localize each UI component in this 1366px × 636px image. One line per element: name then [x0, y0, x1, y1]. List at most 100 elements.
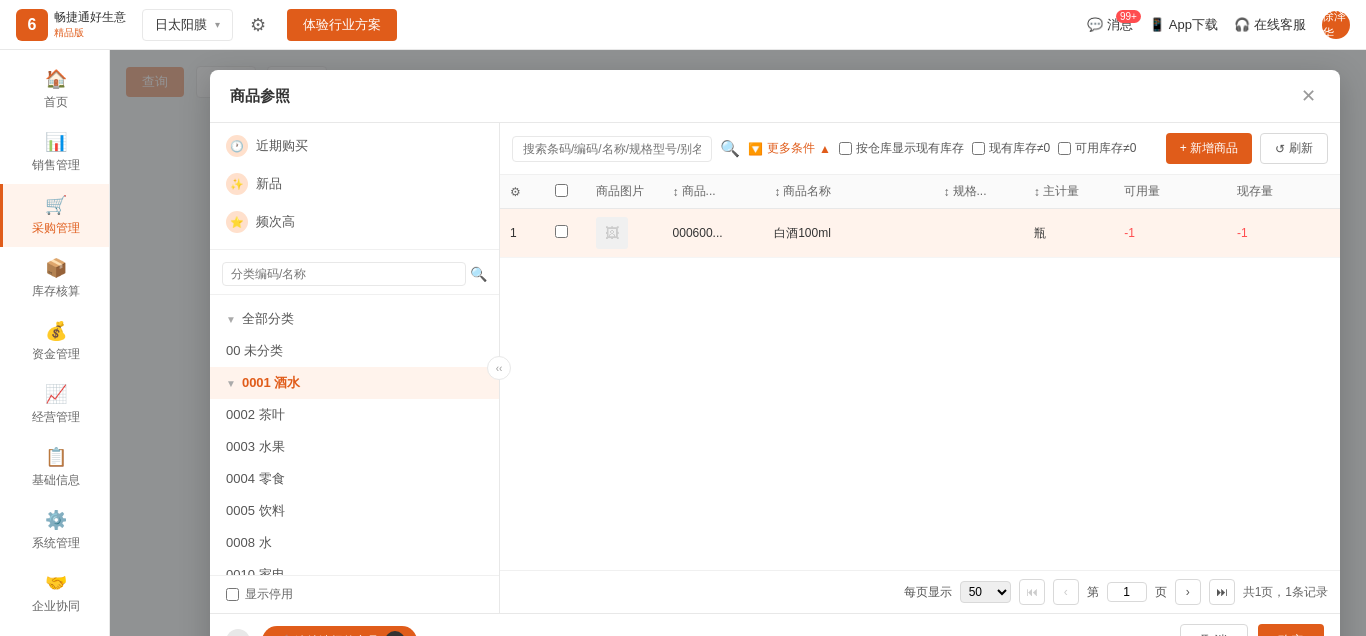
category-search-input[interactable] [222, 262, 466, 286]
category-item-0001 酒水[interactable]: ▼ 0001 酒水 [210, 367, 499, 399]
page-total-info: 共1页，1条记录 [1243, 584, 1328, 601]
col-avail-header: 可用量 [1114, 175, 1227, 209]
app-download-item[interactable]: 📱 App下载 [1149, 16, 1218, 34]
page-first-button[interactable]: ⏮ [1019, 579, 1045, 605]
page-prev-button[interactable]: ‹ [1053, 579, 1079, 605]
quick-item-新品[interactable]: ✨新品 [210, 165, 499, 203]
modal-header: 商品参照 ✕ [210, 70, 1340, 123]
checkbox-warehouse-stock[interactable]: 按仓库显示现有库存 [839, 140, 964, 157]
col-code-header: ↕商品... [663, 175, 765, 209]
settings-icon-btn[interactable]: ⚙ [241, 8, 275, 42]
trial-button[interactable]: 体验行业方案 [287, 9, 397, 41]
sidebar-item-经营管理[interactable]: 📈经营管理 [0, 373, 109, 436]
page-number-input[interactable] [1107, 582, 1147, 602]
category-item-全部分类[interactable]: ▼全部分类 [210, 303, 499, 335]
modal-body: 🕐近期购买✨新品⭐频次高 🔍 ▼全部分类00 未分类 ▼ 0001 酒水 0002 茶… [210, 123, 1340, 613]
row-stock-cell: -1 [1227, 209, 1340, 258]
cart-count-badge: 0 [385, 631, 405, 636]
message-item[interactable]: 💬 消息 99+ [1087, 16, 1133, 34]
footer-left: ? 🛒 连续选择的商品 0 ▲ [226, 626, 445, 636]
collapse-left-panel-button[interactable]: ‹‹ [487, 356, 511, 380]
select-all-checkbox[interactable] [555, 184, 568, 197]
modal-footer: ? 🛒 连续选择的商品 0 ▲ 取消 确定 [210, 613, 1340, 636]
table-row[interactable]: 1 🖼 000600... 白酒100ml [500, 209, 1340, 258]
col-settings-header: ⚙ [500, 175, 545, 209]
sidebar-label: 采购管理 [32, 220, 80, 237]
show-disabled-checkbox[interactable] [226, 588, 239, 601]
row-image-cell: 🖼 [586, 209, 663, 258]
sidebar-icon: 🏠 [45, 68, 67, 90]
sidebar-item-基础信息[interactable]: 📋 基础信息 [0, 436, 109, 499]
confirm-button[interactable]: 确定 [1258, 624, 1324, 636]
col-image-header: 商品图片 [586, 175, 663, 209]
category-label: 0003 水果 [226, 438, 285, 456]
sidebar-icon: 📋 [45, 446, 67, 468]
quick-item-icon: ⭐ [226, 211, 248, 233]
refresh-icon: ↺ [1275, 142, 1285, 156]
collapse-footer-button[interactable]: ▲ [429, 632, 445, 636]
refresh-button[interactable]: ↺ 刷新 [1260, 133, 1328, 164]
sidebar-label: 资金管理 [32, 346, 80, 363]
checkbox-usable-not-zero[interactable]: 可用库存≠0 [1058, 140, 1136, 157]
category-item-0004 零食[interactable]: 0004 零食 [210, 463, 499, 495]
sidebar-item-首页[interactable]: 🏠首页 [0, 58, 109, 121]
nav-dropdown[interactable]: 日太阳膜 ▾ [142, 9, 233, 41]
modal-close-button[interactable]: ✕ [1296, 84, 1320, 108]
checkbox-available-not-zero[interactable]: 现有库存≠0 [972, 140, 1050, 157]
col-unit-header: ↕主计量 [1024, 175, 1114, 209]
filter-icon: 🔽 [748, 142, 763, 156]
sidebar-item-采购管理[interactable]: 🛒 采购管理 [0, 184, 109, 247]
modal-toolbar: 🔍 🔽 更多条件 ▲ 按仓库显示现有库存 现有库存≠0 [500, 123, 1340, 175]
category-item-0008 水[interactable]: 0008 水 [210, 527, 499, 559]
sidebar-item-系统管理[interactable]: ⚙️系统管理 [0, 499, 109, 562]
user-item[interactable]: 徐泽华 [1322, 11, 1350, 39]
row-checkbox-cell [545, 209, 586, 258]
col-stock-header: 现存量 [1227, 175, 1340, 209]
quick-item-label: 近期购买 [256, 137, 308, 155]
product-search-input[interactable] [512, 136, 712, 162]
logo-text: 畅捷通好生意 精品版 [54, 10, 126, 39]
category-label: 0001 酒水 [242, 374, 301, 392]
row-spec-cell [934, 209, 1024, 258]
row-unit-cell: 瓶 [1024, 209, 1114, 258]
page-last-button[interactable]: ⏭ [1209, 579, 1235, 605]
row-name-cell: 白酒100ml [764, 209, 933, 258]
category-item-0010 家电[interactable]: 0010 家电 [210, 559, 499, 575]
category-arrow: ▼ [226, 378, 236, 389]
sidebar-icon: 💰 [45, 320, 67, 342]
page-next-button[interactable]: › [1175, 579, 1201, 605]
sidebar-icon: 🤝 [45, 572, 67, 594]
product-search-button[interactable]: 🔍 [720, 139, 740, 158]
toolbar-right: + 新增商品 ↺ 刷新 [1166, 133, 1328, 164]
filter-button[interactable]: 🔽 更多条件 ▲ [748, 140, 831, 157]
sidebar-item-销售管理[interactable]: 📊销售管理 [0, 121, 109, 184]
settings-icon[interactable]: ⚙ [510, 185, 521, 199]
sidebar-item-企业协同[interactable]: 🤝企业协同 [0, 562, 109, 625]
col-select-all-header [545, 175, 586, 209]
sidebar-label: 基础信息 [32, 472, 80, 489]
category-item-00 未分类[interactable]: 00 未分类 [210, 335, 499, 367]
avatar: 徐泽华 [1322, 11, 1350, 39]
quick-item-频次高[interactable]: ⭐频次高 [210, 203, 499, 241]
quick-item-近期购买[interactable]: 🕐近期购买 [210, 127, 499, 165]
footer-right: 取消 确定 [1180, 624, 1324, 636]
sidebar-icon: 🛒 [45, 194, 67, 216]
category-item-0002 茶叶[interactable]: 0002 茶叶 [210, 399, 499, 431]
category-search-icon[interactable]: 🔍 [470, 266, 487, 282]
cancel-button[interactable]: 取消 [1180, 624, 1248, 636]
row-checkbox[interactable] [555, 225, 568, 238]
cart-button[interactable]: 🛒 连续选择的商品 0 [262, 626, 417, 636]
per-page-select[interactable]: 50 10 20 100 [960, 581, 1011, 603]
sidebar-item-库存核算[interactable]: 📦库存核算 [0, 247, 109, 310]
sidebar-label: 库存核算 [32, 283, 80, 300]
service-item[interactable]: 🎧 在线客服 [1234, 16, 1306, 34]
product-table: ⚙ 商品图片 ↕商品... [500, 175, 1340, 570]
sidebar-item-资金管理[interactable]: 💰 资金管理 [0, 310, 109, 373]
sidebar-item-新手引导[interactable]: 🎯新手引导 [0, 625, 109, 636]
add-product-button[interactable]: + 新增商品 [1166, 133, 1252, 164]
chevron-up-icon: ▲ [819, 142, 831, 156]
category-item-0003 水果[interactable]: 0003 水果 [210, 431, 499, 463]
help-button[interactable]: ? [226, 629, 250, 636]
row-avail-cell: -1 [1114, 209, 1227, 258]
category-item-0005 饮料[interactable]: 0005 饮料 [210, 495, 499, 527]
